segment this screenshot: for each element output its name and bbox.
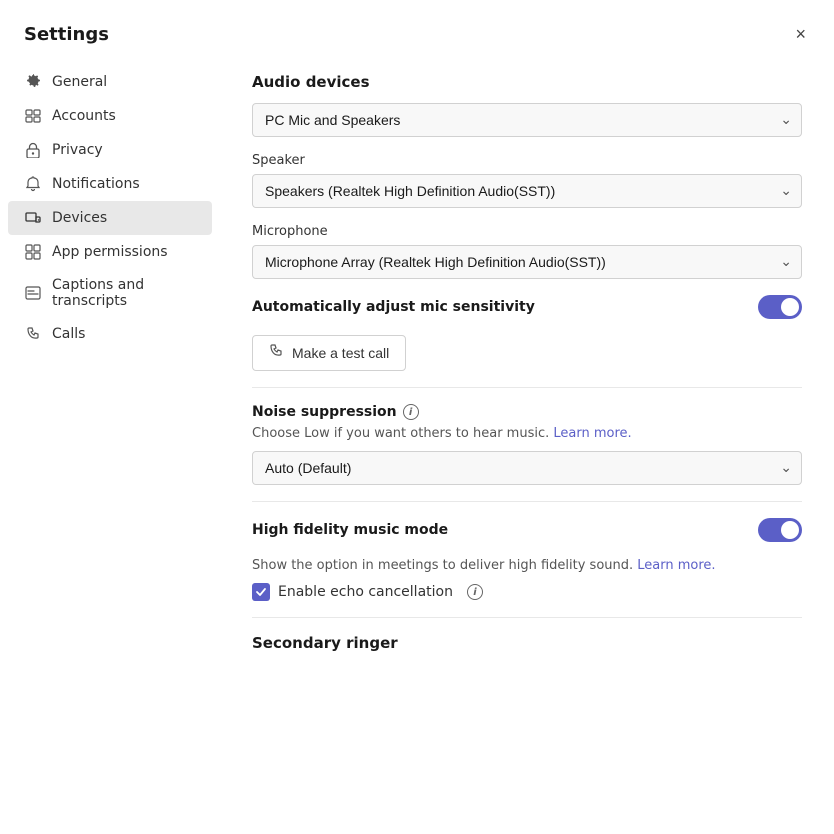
high-fidelity-label: High fidelity music mode (252, 522, 448, 538)
echo-cancellation-checkbox[interactable] (252, 583, 270, 601)
noise-info-icon[interactable]: i (403, 404, 419, 420)
phone-call-icon (269, 344, 284, 362)
devices-icon (24, 209, 42, 227)
sidebar-label-app-permissions: App permissions (52, 244, 168, 260)
high-fidelity-row: High fidelity music mode (252, 518, 802, 542)
captions-icon (24, 284, 42, 302)
auto-adjust-row: Automatically adjust mic sensitivity (252, 295, 802, 319)
echo-cancellation-row: Enable echo cancellation i (252, 583, 802, 601)
test-call-label: Make a test call (292, 345, 389, 361)
speaker-label: Speaker (252, 153, 802, 168)
noise-suppression-header: Noise suppression i (252, 404, 802, 420)
auto-adjust-toggle-track (758, 295, 802, 319)
close-button[interactable]: × (791, 20, 810, 49)
divider-1 (252, 387, 802, 388)
settings-dialog: Settings × General (0, 0, 834, 834)
sidebar-item-app-permissions[interactable]: App permissions (8, 235, 212, 269)
speaker-dropdown-wrapper: Speakers (Realtek High Definition Audio(… (252, 174, 802, 208)
high-fidelity-description: Show the option in meetings to deliver h… (252, 558, 802, 573)
noise-suppression-section: Noise suppression i Choose Low if you wa… (252, 404, 802, 485)
secondary-ringer-title: Secondary ringer (252, 634, 802, 652)
microphone-select[interactable]: Microphone Array (Realtek High Definitio… (252, 245, 802, 279)
sidebar-item-calls[interactable]: Calls (8, 317, 212, 351)
test-call-button[interactable]: Make a test call (252, 335, 406, 371)
sidebar-item-devices[interactable]: Devices (8, 201, 212, 235)
auto-adjust-toggle[interactable] (758, 295, 802, 319)
sidebar-label-accounts: Accounts (52, 108, 116, 124)
microphone-dropdown-wrapper: Microphone Array (Realtek High Definitio… (252, 245, 802, 279)
high-fidelity-toggle-thumb (781, 521, 799, 539)
secondary-ringer-section: Secondary ringer (252, 634, 802, 652)
sidebar-item-general[interactable]: General (8, 65, 212, 99)
lock-icon (24, 141, 42, 159)
sidebar-item-accounts[interactable]: Accounts (8, 99, 212, 133)
noise-suppression-dropdown-wrapper: Auto (Default) ⌄ (252, 451, 802, 485)
microphone-section: Microphone Microphone Array (Realtek Hig… (252, 224, 802, 279)
accounts-icon (24, 107, 42, 125)
high-fidelity-toggle-track (758, 518, 802, 542)
gear-icon (24, 73, 42, 91)
sidebar-label-general: General (52, 74, 107, 90)
echo-cancellation-label: Enable echo cancellation (278, 584, 453, 600)
bell-icon (24, 175, 42, 193)
divider-2 (252, 501, 802, 502)
noise-learn-more-link[interactable]: Learn more. (553, 426, 631, 441)
sidebar-label-captions: Captions and transcripts (52, 277, 196, 309)
speaker-select[interactable]: Speakers (Realtek High Definition Audio(… (252, 174, 802, 208)
dialog-title: Settings (24, 24, 109, 45)
dialog-body: General Accounts (0, 57, 834, 834)
sidebar: General Accounts (0, 57, 220, 834)
divider-3 (252, 617, 802, 618)
echo-info-icon[interactable]: i (467, 584, 483, 600)
audio-devices-dropdown-wrapper: PC Mic and Speakers ⌄ (252, 103, 802, 137)
sidebar-label-privacy: Privacy (52, 142, 103, 158)
sidebar-item-captions[interactable]: Captions and transcripts (8, 269, 212, 317)
noise-suppression-title: Noise suppression (252, 404, 397, 420)
auto-adjust-label: Automatically adjust mic sensitivity (252, 299, 535, 315)
audio-devices-section: Audio devices PC Mic and Speakers ⌄ (252, 73, 802, 137)
sidebar-item-privacy[interactable]: Privacy (8, 133, 212, 167)
sidebar-item-notifications[interactable]: Notifications (8, 167, 212, 201)
audio-devices-select[interactable]: PC Mic and Speakers (252, 103, 802, 137)
high-fidelity-section: High fidelity music mode Show the option… (252, 518, 802, 601)
dialog-header: Settings × (0, 0, 834, 57)
noise-description: Choose Low if you want others to hear mu… (252, 426, 802, 441)
microphone-label: Microphone (252, 224, 802, 239)
auto-adjust-toggle-thumb (781, 298, 799, 316)
sidebar-label-devices: Devices (52, 210, 107, 226)
sidebar-label-notifications: Notifications (52, 176, 140, 192)
audio-devices-title: Audio devices (252, 73, 802, 91)
high-fidelity-toggle[interactable] (758, 518, 802, 542)
noise-suppression-select[interactable]: Auto (Default) (252, 451, 802, 485)
main-content: Audio devices PC Mic and Speakers ⌄ Spea… (220, 57, 834, 834)
app-permissions-icon (24, 243, 42, 261)
sidebar-label-calls: Calls (52, 326, 85, 342)
speaker-section: Speaker Speakers (Realtek High Definitio… (252, 153, 802, 208)
phone-icon (24, 325, 42, 343)
hifi-learn-more-link[interactable]: Learn more. (637, 558, 715, 573)
